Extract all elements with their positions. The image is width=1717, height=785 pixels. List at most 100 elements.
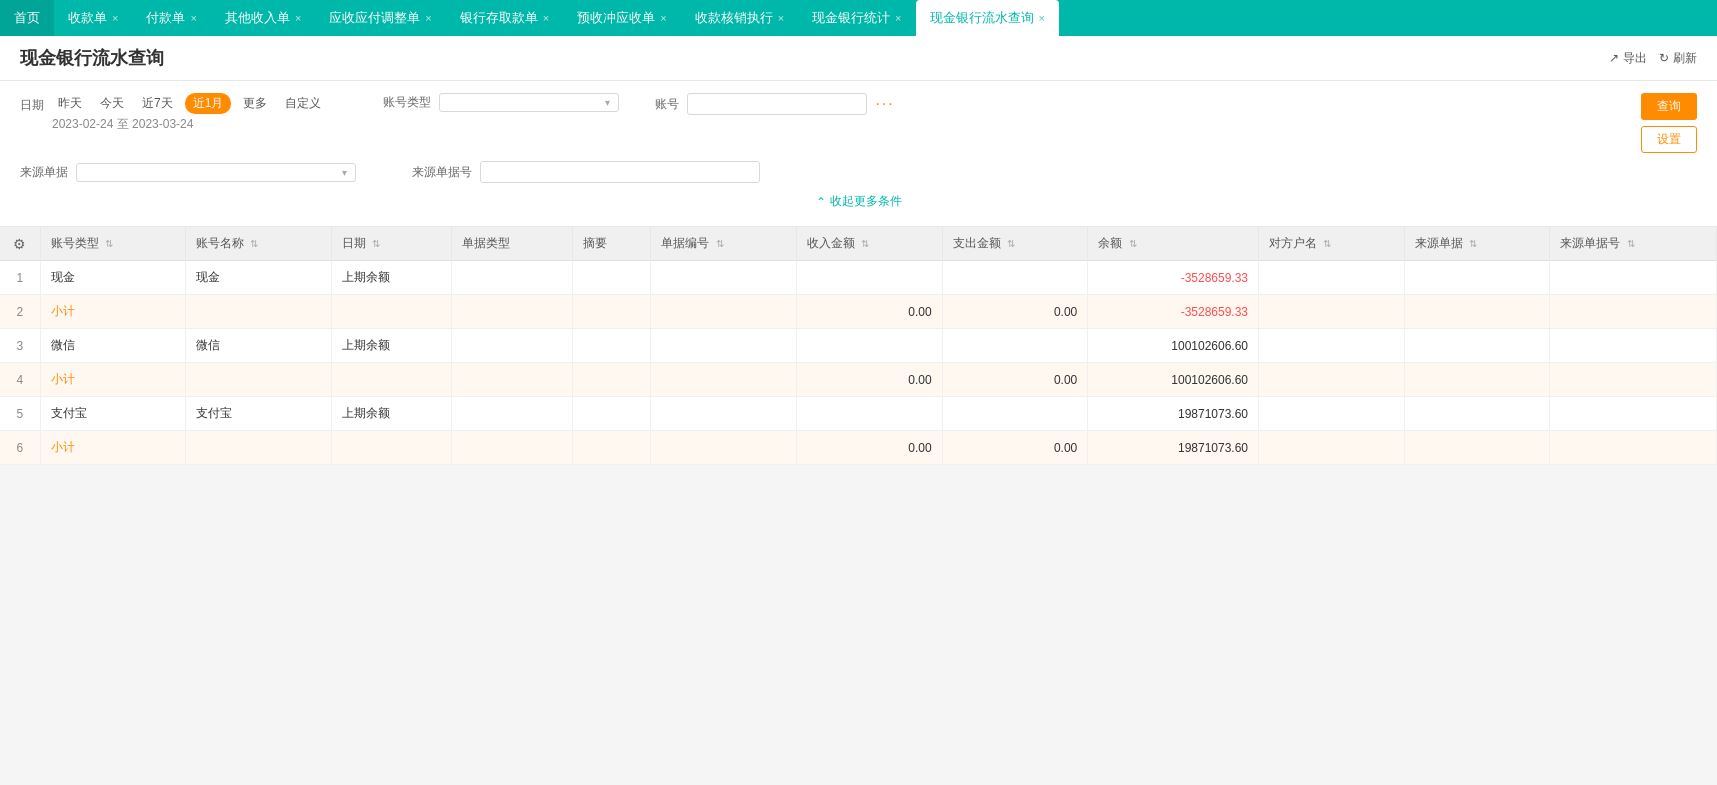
table-row: 5支付宝支付宝上期余额19871073.60 xyxy=(0,397,1717,431)
nav-tab-shoukuan[interactable]: 收款单 × xyxy=(54,0,132,36)
cell-income xyxy=(797,397,943,431)
sort-source-doc-icon: ⇅ xyxy=(1469,238,1477,249)
cell-source-doc-no xyxy=(1550,295,1717,329)
nav-tab-tiaozheng[interactable]: 应收应付调整单 × xyxy=(315,0,445,36)
cell-source-doc xyxy=(1404,329,1550,363)
col-account-type[interactable]: 账号类型 ⇅ xyxy=(40,227,186,261)
cell-date: 上期余额 xyxy=(331,329,452,363)
cell-doc-type xyxy=(452,295,573,329)
cell-summary xyxy=(572,295,651,329)
account-dots-button[interactable]: ··· xyxy=(875,95,894,113)
nav-home[interactable]: 首页 xyxy=(0,0,54,36)
col-doc-no[interactable]: 单据编号 ⇅ xyxy=(651,227,797,261)
header-actions: ↗ 导出 ↻ 刷新 xyxy=(1609,50,1697,67)
table-row: 1现金现金上期余额-3528659.33 xyxy=(0,261,1717,295)
close-tab-liushui[interactable]: × xyxy=(1039,12,1045,24)
cell-account-type: 小计 xyxy=(40,295,186,329)
nav-tab-liushui[interactable]: 现金银行流水查询 × xyxy=(916,0,1059,36)
cell-balance: -3528659.33 xyxy=(1088,261,1259,295)
account-type-chevron-icon: ▾ xyxy=(605,97,610,108)
col-source-doc[interactable]: 来源单据 ⇅ xyxy=(1404,227,1550,261)
cell-counterparty xyxy=(1259,431,1405,465)
yesterday-btn[interactable]: 昨天 xyxy=(52,93,88,114)
cell-source-doc-no xyxy=(1550,363,1717,397)
table-container: ⚙ 账号类型 ⇅ 账号名称 ⇅ 日期 ⇅ 单据类型 摘要 xyxy=(0,227,1717,465)
account-input[interactable] xyxy=(687,93,867,115)
nav-tab-qitashoru[interactable]: 其他收入单 × xyxy=(211,0,315,36)
close-tab-tiaozheng[interactable]: × xyxy=(425,12,431,24)
last7days-btn[interactable]: 近7天 xyxy=(136,93,179,114)
query-button[interactable]: 查询 xyxy=(1641,93,1697,120)
source-doc-no-input[interactable] xyxy=(480,161,760,183)
cell-counterparty xyxy=(1259,363,1405,397)
nav-tab-fukuan[interactable]: 付款单 × xyxy=(132,0,210,36)
data-table: ⚙ 账号类型 ⇅ 账号名称 ⇅ 日期 ⇅ 单据类型 摘要 xyxy=(0,227,1717,465)
cell-doc-type xyxy=(452,329,573,363)
collapse-filters-bar[interactable]: ⌃ 收起更多条件 xyxy=(20,189,1697,214)
table-settings-icon[interactable]: ⚙ xyxy=(13,236,26,252)
col-settings[interactable]: ⚙ xyxy=(0,227,40,261)
cell-source-doc xyxy=(1404,261,1550,295)
more-date-btn[interactable]: 更多 xyxy=(237,93,273,114)
col-account-name[interactable]: 账号名称 ⇅ xyxy=(186,227,332,261)
source-doc-select[interactable]: ▾ xyxy=(76,163,356,182)
cell-no: 5 xyxy=(0,397,40,431)
cell-balance: 100102606.60 xyxy=(1088,363,1259,397)
nav-tab-hexiao[interactable]: 收款核销执行 × xyxy=(681,0,798,36)
page-header: 现金银行流水查询 ↗ 导出 ↻ 刷新 xyxy=(0,36,1717,81)
date-filter-label: 日期 xyxy=(20,93,44,117)
col-income[interactable]: 收入金额 ⇅ xyxy=(797,227,943,261)
cell-income: 0.00 xyxy=(797,363,943,397)
today-btn[interactable]: 今天 xyxy=(94,93,130,114)
cell-summary xyxy=(572,431,651,465)
cell-balance: 19871073.60 xyxy=(1088,397,1259,431)
date-quick-buttons: 昨天 今天 近7天 近1月 更多 自定义 xyxy=(52,93,327,114)
table-row: 2小计0.000.00-3528659.33 xyxy=(0,295,1717,329)
close-tab-qitashoru[interactable]: × xyxy=(295,12,301,24)
date-range-display: 2023-02-24 至 2023-03-24 xyxy=(52,116,327,133)
cell-doc-type xyxy=(452,431,573,465)
refresh-button[interactable]: ↻ 刷新 xyxy=(1659,50,1697,67)
cell-no: 4 xyxy=(0,363,40,397)
close-tab-fukuan[interactable]: × xyxy=(190,12,196,24)
account-type-select[interactable]: ▾ xyxy=(439,93,619,112)
custom-date-btn[interactable]: 自定义 xyxy=(279,93,327,114)
cell-no: 1 xyxy=(0,261,40,295)
nav-tab-yushou[interactable]: 预收冲应收单 × xyxy=(563,0,680,36)
cell-account-type: 现金 xyxy=(40,261,186,295)
cell-account-name xyxy=(186,431,332,465)
cell-income xyxy=(797,329,943,363)
nav-tab-tongji[interactable]: 现金银行统计 × xyxy=(798,0,915,36)
cell-date: 上期余额 xyxy=(331,261,452,295)
cell-source-doc xyxy=(1404,295,1550,329)
cell-income: 0.00 xyxy=(797,431,943,465)
col-balance[interactable]: 余额 ⇅ xyxy=(1088,227,1259,261)
close-tab-hexiao[interactable]: × xyxy=(778,12,784,24)
table-row: 6小计0.000.0019871073.60 xyxy=(0,431,1717,465)
cell-balance: -3528659.33 xyxy=(1088,295,1259,329)
cell-summary xyxy=(572,329,651,363)
cell-date xyxy=(331,363,452,397)
source-doc-label: 来源单据 xyxy=(20,164,68,181)
col-counterparty[interactable]: 对方户名 ⇅ xyxy=(1259,227,1405,261)
cell-counterparty xyxy=(1259,397,1405,431)
source-doc-no-label: 来源单据号 xyxy=(412,164,472,181)
last1month-btn[interactable]: 近1月 xyxy=(185,93,232,114)
close-tab-cunqu[interactable]: × xyxy=(543,12,549,24)
close-tab-yushou[interactable]: × xyxy=(660,12,666,24)
cell-doc-no xyxy=(651,329,797,363)
nav-tab-cunqu[interactable]: 银行存取款单 × xyxy=(446,0,563,36)
col-source-doc-no[interactable]: 来源单据号 ⇅ xyxy=(1550,227,1717,261)
col-expense[interactable]: 支出金额 ⇅ xyxy=(942,227,1088,261)
cell-balance: 19871073.60 xyxy=(1088,431,1259,465)
sort-expense-icon: ⇅ xyxy=(1007,238,1015,249)
cell-income xyxy=(797,261,943,295)
close-tab-shoukuan[interactable]: × xyxy=(112,12,118,24)
export-button[interactable]: ↗ 导出 xyxy=(1609,50,1647,67)
cell-doc-no xyxy=(651,295,797,329)
settings-button[interactable]: 设置 xyxy=(1641,126,1697,153)
close-tab-tongji[interactable]: × xyxy=(895,12,901,24)
cell-expense xyxy=(942,397,1088,431)
col-date[interactable]: 日期 ⇅ xyxy=(331,227,452,261)
cell-balance: 100102606.60 xyxy=(1088,329,1259,363)
